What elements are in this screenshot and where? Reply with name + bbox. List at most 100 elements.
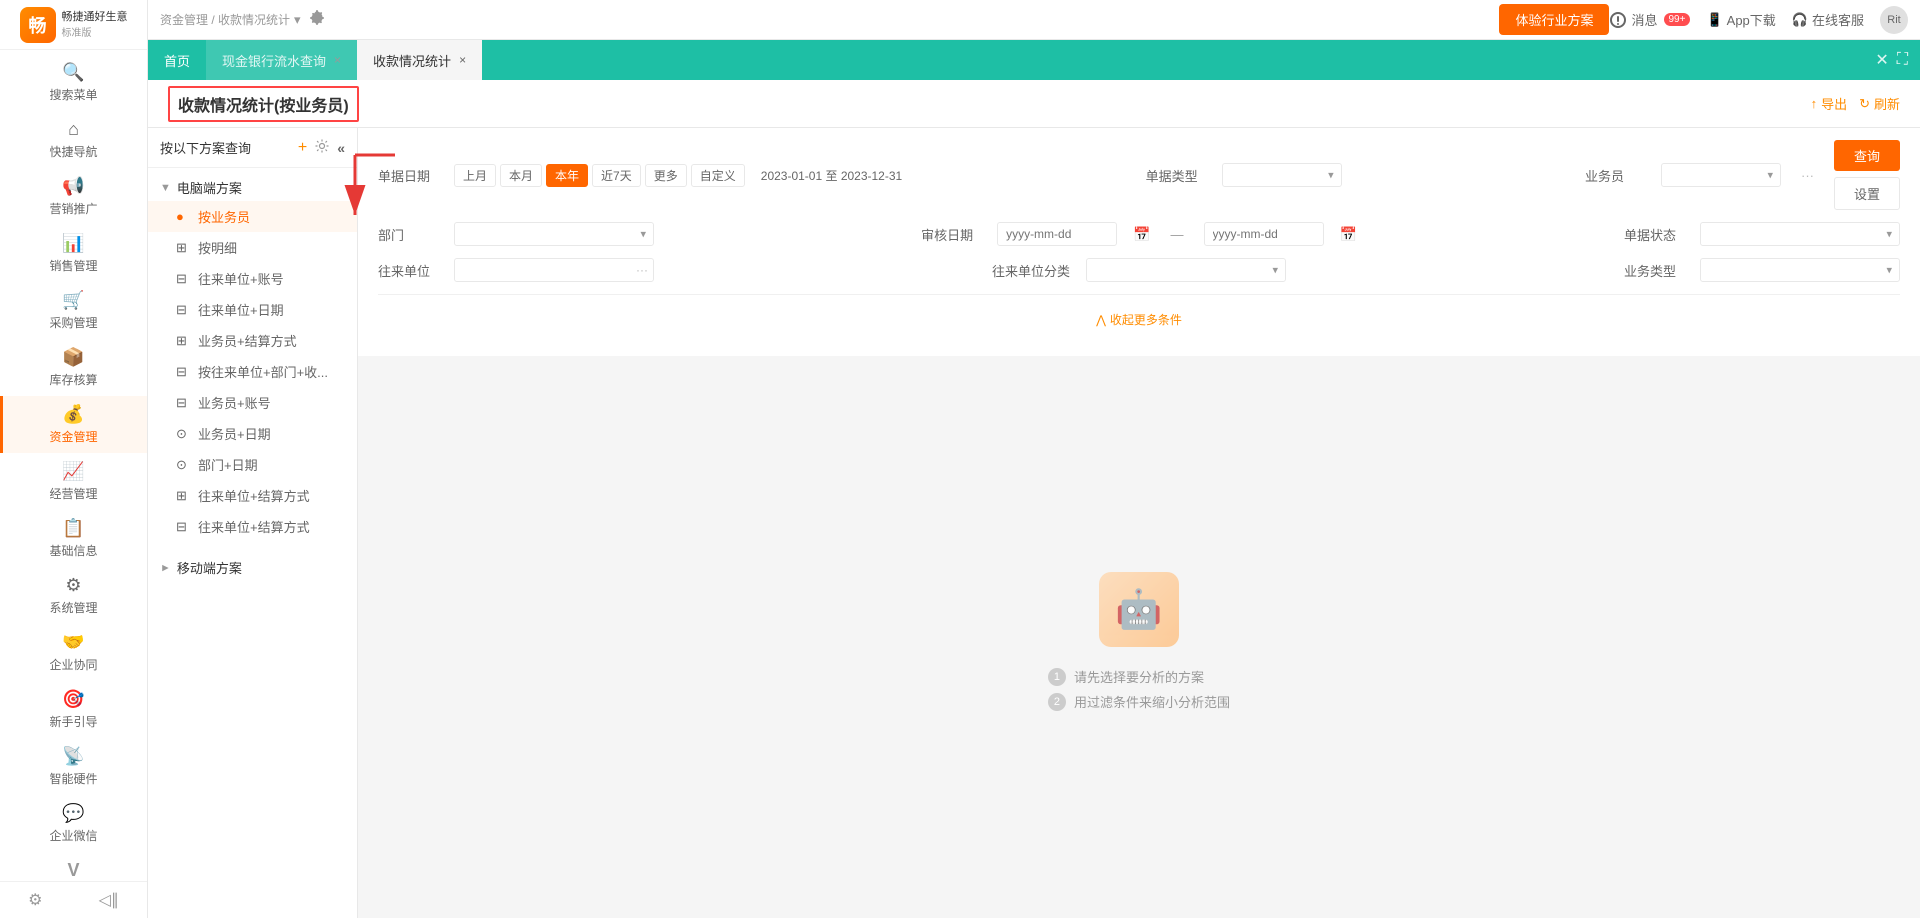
trial-btn[interactable]: 体验行业方案 <box>1499 4 1609 35</box>
left-panel-title: 按以下方案查询 <box>160 138 290 157</box>
salesperson-select[interactable] <box>1661 163 1781 187</box>
sidebar-item-inventory[interactable]: 📦 库存核算 <box>0 339 147 396</box>
export-icon: ↑ <box>1811 96 1818 111</box>
sidebar-item-marketing[interactable]: 📢 营销推广 <box>0 168 147 225</box>
sidebar-item-label-basic: 基础信息 <box>49 542 97 559</box>
vip-icon: V <box>67 860 79 881</box>
collapse-sidebar-btn[interactable]: ◁∥ <box>99 890 119 910</box>
page-body: 收款情况统计(按业务员) ↑ 导出 ↻ 刷新 按以下方 <box>148 80 1920 918</box>
review-date-to[interactable] <box>1204 222 1324 246</box>
tab-maximize-btn[interactable]: ⛶ <box>1897 51 1908 69</box>
tab-bank-flow[interactable]: 现金银行流水查询 × <box>206 40 357 80</box>
sidebar-item-quick-nav[interactable]: ⌂ 快捷导航 <box>0 111 147 168</box>
counterpart-input[interactable] <box>454 258 654 282</box>
header-settings-icon[interactable] <box>309 10 325 29</box>
operation-icon: 📈 <box>62 461 84 482</box>
scheme-item-salesperson-date[interactable]: ⊙ 业务员+日期 <box>148 418 357 449</box>
sidebar-item-label-enterprise: 企业协同 <box>49 656 97 673</box>
sidebar-item-basic-info[interactable]: 📋 基础信息 <box>0 510 147 567</box>
date-btn-custom[interactable]: 自定义 <box>691 164 745 187</box>
date-range-text: 2023-01-01 至 2023-12-31 <box>761 167 902 184</box>
scheme-item-cs2[interactable]: ⊟ 往来单位+结算方式 <box>148 511 357 542</box>
scheme-item-counterpart-account[interactable]: ⊟ 往来单位+账号 <box>148 263 357 294</box>
scheme-item-counterpart-date[interactable]: ⊟ 往来单位+日期 <box>148 294 357 325</box>
status-select[interactable] <box>1700 222 1900 246</box>
collapse-button[interactable]: ⋀ 收起更多条件 <box>1096 303 1182 336</box>
sidebar-item-operation[interactable]: 📈 经营管理 <box>0 453 147 510</box>
scheme-item-by-detail[interactable]: ⊞ 按明细 <box>148 232 357 263</box>
marketing-icon: 📢 <box>62 176 84 197</box>
scheme-item-by-counterpart-dept[interactable]: ⊟ 按往来单位+部门+收... <box>148 356 357 387</box>
tab-close-all-btn[interactable]: ✕ <box>1875 50 1888 70</box>
tab-collection-close[interactable]: × <box>459 53 466 67</box>
date-btn-last-month[interactable]: 上月 <box>454 164 496 187</box>
left-panel-collapse-btn[interactable]: « <box>337 140 345 156</box>
empty-step-2: 2 用过滤条件来缩小分析范围 <box>1048 692 1230 711</box>
sidebar-item-finance[interactable]: 💰 资金管理 <box>0 396 147 453</box>
page-title-actions: ↑ 导出 ↻ 刷新 <box>1811 94 1900 113</box>
calendar-from-icon[interactable]: 📅 <box>1133 226 1150 243</box>
user-avatar[interactable]: Rit <box>1880 6 1908 34</box>
mobile-group-title[interactable]: ▼ 移动端方案 <box>148 554 357 581</box>
sidebar-item-sales[interactable]: 📊 销售管理 <box>0 225 147 282</box>
settings-footer-btn[interactable]: ⚙ <box>28 890 42 910</box>
sidebar-item-smart-hw[interactable]: 📡 智能硬件 <box>0 738 147 795</box>
desktop-group-title[interactable]: ▼ 电脑端方案 <box>148 174 357 201</box>
counterpart-label: 往来单位 <box>378 261 438 280</box>
settings-button[interactable]: 设置 <box>1834 177 1900 210</box>
export-button[interactable]: ↑ 导出 <box>1811 94 1848 113</box>
query-button[interactable]: 查询 <box>1834 140 1900 171</box>
salesperson-more-icon[interactable]: ··· <box>1801 168 1814 183</box>
scheme-item-cs1[interactable]: ⊞ 往来单位+结算方式 <box>148 480 357 511</box>
left-panel-add-btn[interactable]: + <box>298 139 307 157</box>
tab-home[interactable]: 首页 <box>148 40 206 80</box>
review-date-from[interactable] <box>997 222 1117 246</box>
refresh-icon: ↻ <box>1859 96 1870 112</box>
scheme-item-salesperson-account[interactable]: ⊟ 业务员+账号 <box>148 387 357 418</box>
scheme-icon-detail: ⊞ <box>176 240 192 256</box>
empty-state: 🤖 1 请先选择要分析的方案 2 用过滤条件来缩小分析范围 <box>1048 557 1230 717</box>
purchase-icon: 🛒 <box>62 290 84 311</box>
scheme-item-salesperson-settlement[interactable]: ⊞ 业务员+结算方式 <box>148 325 357 356</box>
scheme-label-sd: 业务员+日期 <box>198 424 271 443</box>
sidebar-item-wechat[interactable]: 💬 企业微信 <box>0 795 147 852</box>
status-filter-label: 单据状态 <box>1624 225 1684 244</box>
breadcrumb-dropdown-icon[interactable]: ▾ <box>294 12 301 28</box>
header-right-area: 消息 99+ 📱 App下载 🎧 在线客服 Rit <box>1609 6 1908 34</box>
type-select[interactable] <box>1222 163 1342 187</box>
date-separator: — <box>1171 227 1184 242</box>
tab-collection-stats[interactable]: 收款情况统计 × <box>357 40 482 80</box>
counterpart-cat-select[interactable] <box>1086 258 1286 282</box>
avatar-text: Rit <box>1887 14 1900 26</box>
counterpart-more-icon[interactable]: ··· <box>636 263 648 277</box>
app-logo: 畅 畅捷通好生意 标准版 <box>0 0 147 50</box>
date-btn-more[interactable]: 更多 <box>645 164 687 187</box>
calendar-to-icon[interactable]: 📅 <box>1340 226 1357 243</box>
sidebar-item-system[interactable]: ⚙ 系统管理 <box>0 567 147 624</box>
message-button[interactable]: 消息 99+ <box>1609 10 1690 29</box>
biz-type-select[interactable] <box>1700 258 1900 282</box>
headset-icon: 🎧 <box>1792 12 1808 28</box>
logo-text: 畅捷通好生意 <box>62 10 128 24</box>
sidebar-item-purchase[interactable]: 🛒 采购管理 <box>0 282 147 339</box>
refresh-button[interactable]: ↻ 刷新 <box>1859 94 1900 113</box>
date-btn-this-month[interactable]: 本月 <box>500 164 542 187</box>
scheme-item-by-salesperson[interactable]: ● 按业务员 <box>148 201 357 232</box>
tab-bar: 首页 现金银行流水查询 × 收款情况统计 × ✕ ⛶ <box>148 40 1920 80</box>
date-btn-this-year[interactable]: 本年 <box>546 164 588 187</box>
sidebar-item-search-menu[interactable]: 🔍 搜索菜单 <box>0 54 147 111</box>
sidebar-item-guide[interactable]: 🎯 新手引导 <box>0 681 147 738</box>
scheme-item-dept-date[interactable]: ⊙ 部门+日期 <box>148 449 357 480</box>
empty-step-1: 1 请先选择要分析的方案 <box>1048 667 1230 686</box>
app-download-button[interactable]: 📱 App下载 <box>1706 10 1775 29</box>
message-badge: 99+ <box>1664 13 1691 26</box>
left-panel-settings-btn[interactable] <box>315 139 329 156</box>
breadcrumb-text: 资金管理 / 收款情况统计 <box>160 11 290 28</box>
online-service-button[interactable]: 🎧 在线客服 <box>1792 10 1864 29</box>
sidebar-item-vip[interactable]: V 畅会员 <box>0 852 147 881</box>
date-btn-7days[interactable]: 近7天 <box>592 164 641 187</box>
tab-bank-flow-close[interactable]: × <box>334 53 341 67</box>
wechat-icon: 💬 <box>62 803 84 824</box>
dept-select[interactable] <box>454 222 654 246</box>
sidebar-item-enterprise[interactable]: 🤝 企业协同 <box>0 624 147 681</box>
